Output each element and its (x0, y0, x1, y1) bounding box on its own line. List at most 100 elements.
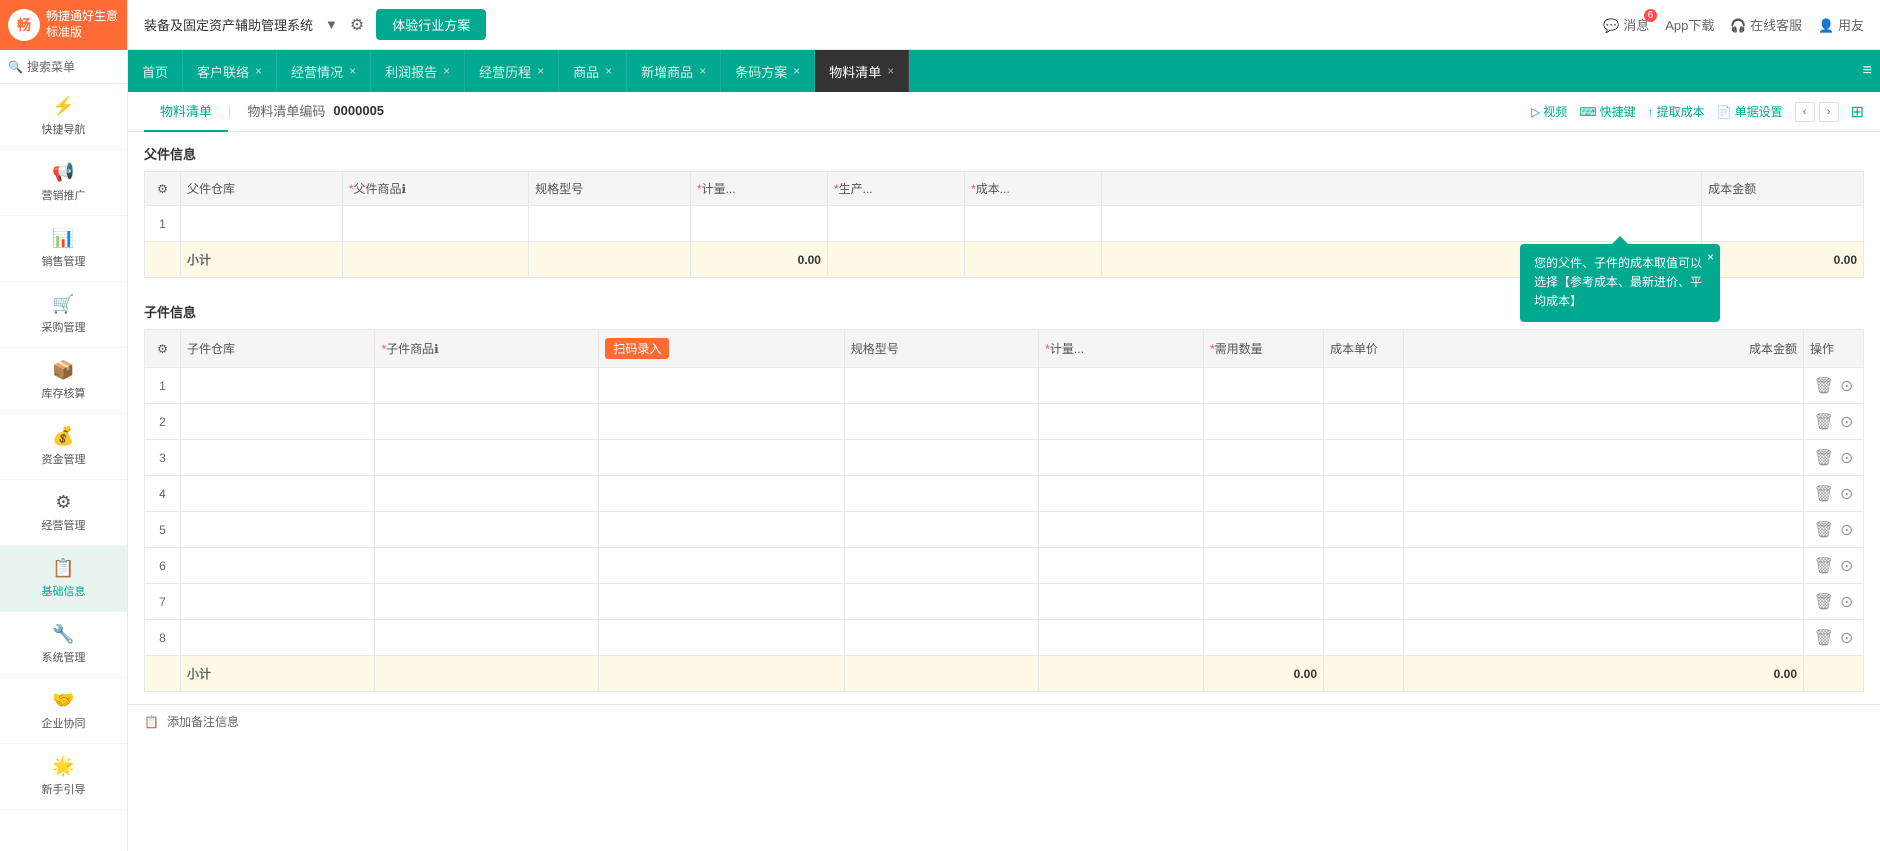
child-row-warehouse[interactable] (181, 404, 375, 440)
tab-history-close[interactable]: × (537, 64, 544, 78)
child-row-scan[interactable] (599, 440, 844, 476)
tab-new-product-close[interactable]: × (699, 64, 706, 78)
child-row-unit-cost[interactable] (1324, 476, 1404, 512)
copy-icon[interactable]: ⊙ (1840, 376, 1853, 396)
app-download-link[interactable]: App下载 (1665, 15, 1714, 34)
child-row-product[interactable] (375, 440, 599, 476)
delete-icon[interactable]: 🗑 (1814, 520, 1834, 540)
child-row-warehouse[interactable] (181, 476, 375, 512)
child-row-scan[interactable] (599, 368, 844, 404)
sidebar-item-sales[interactable]: 📊 销售管理 (0, 216, 127, 282)
child-row-quantity[interactable] (1204, 548, 1324, 584)
child-row-product[interactable] (375, 368, 599, 404)
child-row-product[interactable] (375, 548, 599, 584)
scan-button[interactable]: 扫码录入 (605, 338, 669, 359)
sidebar-item-operations[interactable]: ⚙ 经营管理 (0, 480, 127, 546)
child-row-warehouse[interactable] (181, 512, 375, 548)
copy-icon[interactable]: ⊙ (1840, 448, 1853, 468)
child-row-unit-cost[interactable] (1324, 440, 1404, 476)
tab-products-close[interactable]: × (605, 64, 612, 78)
sidebar-item-system[interactable]: 🔧 系统管理 (0, 612, 127, 678)
child-row-quantity[interactable] (1204, 404, 1324, 440)
child-row-unit[interactable] (1039, 512, 1204, 548)
delete-icon[interactable]: 🗑 (1814, 592, 1834, 612)
child-row-unit[interactable] (1039, 548, 1204, 584)
child-row-quantity[interactable] (1204, 584, 1324, 620)
parent-row-1-unit[interactable] (690, 206, 827, 242)
copy-icon[interactable]: ⊙ (1840, 520, 1853, 540)
child-row-unit[interactable] (1039, 440, 1204, 476)
tab-home[interactable]: 首页 (128, 50, 183, 92)
child-row-scan[interactable] (599, 548, 844, 584)
tab-profit-close[interactable]: × (443, 64, 450, 78)
child-row-warehouse[interactable] (181, 368, 375, 404)
child-row-product[interactable] (375, 404, 599, 440)
delete-icon[interactable]: 🗑 (1814, 484, 1834, 504)
child-row-quantity[interactable] (1204, 476, 1324, 512)
child-row-unit[interactable] (1039, 476, 1204, 512)
single-settings-action[interactable]: 📄 单据设置 (1717, 103, 1783, 120)
child-row-quantity[interactable] (1204, 368, 1324, 404)
child-row-unit[interactable] (1039, 584, 1204, 620)
child-row-scan[interactable] (599, 404, 844, 440)
topbar-dropdown-icon[interactable]: ▼ (325, 17, 338, 32)
child-col-gear[interactable]: ⚙ (145, 330, 181, 368)
tooltip-close[interactable]: × (1707, 248, 1714, 267)
child-row-unit-cost[interactable] (1324, 584, 1404, 620)
sidebar-item-inventory[interactable]: 📦 库存核算 (0, 348, 127, 414)
delete-icon[interactable]: 🗑 (1814, 448, 1834, 468)
tab-operations[interactable]: 经营情况 × (277, 50, 371, 92)
parent-col-gear[interactable]: ⚙ (145, 172, 181, 206)
child-row-unit-cost[interactable] (1324, 548, 1404, 584)
child-row-unit-cost[interactable] (1324, 404, 1404, 440)
grid-view-icon[interactable]: ⊞ (1851, 102, 1864, 122)
delete-icon[interactable]: 🗑 (1814, 556, 1834, 576)
parent-row-1-production[interactable] (827, 206, 964, 242)
copy-icon[interactable]: ⊙ (1840, 484, 1853, 504)
tab-products[interactable]: 商品 × (559, 50, 627, 92)
child-row-spec[interactable] (844, 548, 1038, 584)
sidebar-item-basic-info[interactable]: 📋 基础信息 (0, 546, 127, 612)
child-row-product[interactable] (375, 476, 599, 512)
child-row-product[interactable] (375, 620, 599, 656)
child-row-spec[interactable] (844, 368, 1038, 404)
child-row-spec[interactable] (844, 476, 1038, 512)
online-service-link[interactable]: 🎧 在线客服 (1730, 15, 1802, 34)
child-row-unit-cost[interactable] (1324, 368, 1404, 404)
sidebar-item-finance[interactable]: 💰 资金管理 (0, 414, 127, 480)
nav-next[interactable]: › (1819, 102, 1839, 122)
tab-operations-close[interactable]: × (349, 64, 356, 78)
child-row-unit-cost[interactable] (1324, 620, 1404, 656)
child-row-scan[interactable] (599, 620, 844, 656)
tab-customers-close[interactable]: × (255, 64, 262, 78)
child-row-unit[interactable] (1039, 368, 1204, 404)
child-row-warehouse[interactable] (181, 584, 375, 620)
child-row-scan[interactable] (599, 476, 844, 512)
tab-customers[interactable]: 客户联络 × (183, 50, 277, 92)
copy-icon[interactable]: ⊙ (1840, 592, 1853, 612)
child-row-unit-cost[interactable] (1324, 512, 1404, 548)
extract-cost-action[interactable]: ↑ 提取成本 (1648, 103, 1705, 120)
child-row-quantity[interactable] (1204, 440, 1324, 476)
child-row-spec[interactable] (844, 440, 1038, 476)
child-row-quantity[interactable] (1204, 512, 1324, 548)
child-row-spec[interactable] (844, 620, 1038, 656)
delete-icon[interactable]: 🗑 (1814, 376, 1834, 396)
child-row-product[interactable] (375, 584, 599, 620)
child-row-warehouse[interactable] (181, 440, 375, 476)
settings-icon[interactable]: ⚙ (350, 15, 364, 35)
delete-icon[interactable]: 🗑 (1814, 412, 1834, 432)
child-row-warehouse[interactable] (181, 548, 375, 584)
copy-icon[interactable]: ⊙ (1840, 556, 1853, 576)
message-badge[interactable]: 💬 6 消息 (1603, 15, 1649, 34)
child-row-product[interactable] (375, 512, 599, 548)
child-row-warehouse[interactable] (181, 620, 375, 656)
sidebar-item-purchase[interactable]: 🛒 采购管理 (0, 282, 127, 348)
child-row-unit[interactable] (1039, 404, 1204, 440)
sidebar-item-quick-nav[interactable]: ⚡ 快捷导航 (0, 84, 127, 150)
delete-icon[interactable]: 🗑 (1814, 628, 1834, 648)
sub-tab-bom-list[interactable]: 物料清单 (144, 92, 228, 132)
close-all-tabs[interactable]: ≡ (1855, 62, 1880, 80)
tab-new-product[interactable]: 新增商品 × (627, 50, 721, 92)
child-row-scan[interactable] (599, 584, 844, 620)
